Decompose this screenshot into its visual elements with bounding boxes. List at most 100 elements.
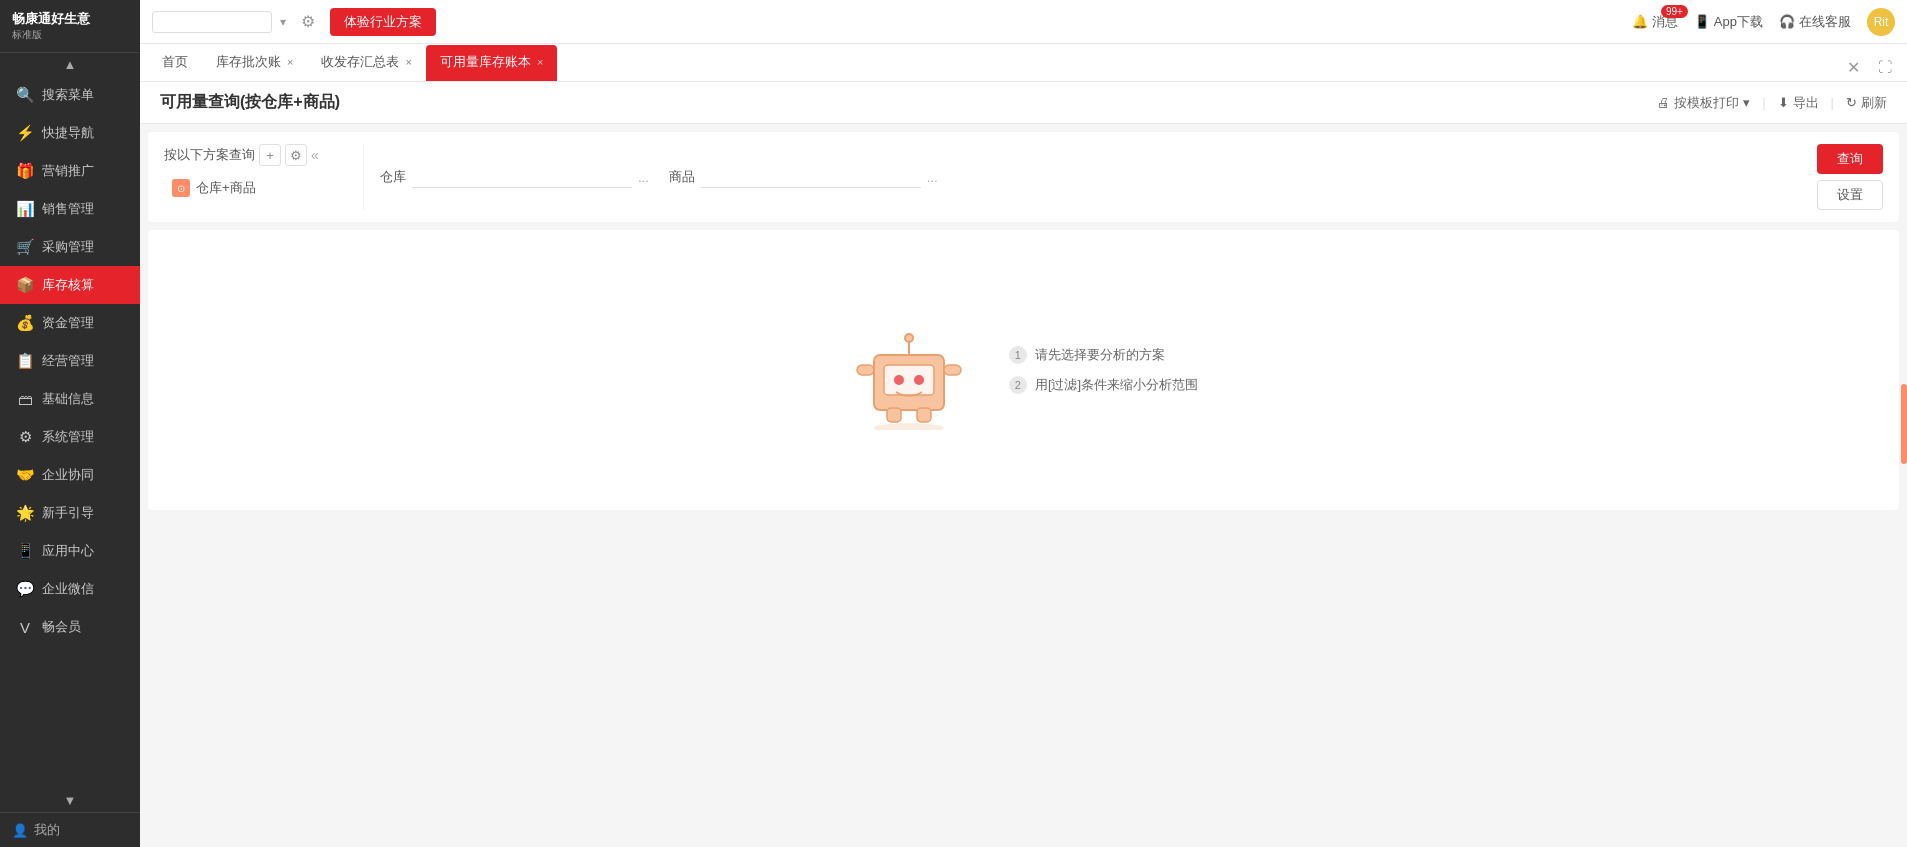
warehouse-more-btn[interactable]: ... (638, 170, 649, 185)
app-download-btn[interactable]: 📱 App下载 (1694, 13, 1763, 31)
print-chevron: ▾ (1743, 95, 1750, 110)
collapse-btn[interactable]: « (311, 147, 319, 163)
sidebar-item-wechat[interactable]: 💬企业微信 (0, 570, 140, 608)
scheme-item-label: 仓库+商品 (196, 179, 256, 197)
export-btn[interactable]: ⬇ 导出 (1778, 94, 1819, 112)
side-scrollbar[interactable] (1901, 384, 1907, 464)
sidebar-item-system[interactable]: ⚙系统管理 (0, 418, 140, 456)
sales-icon: 📊 (16, 200, 34, 218)
sidebar-item-inventory[interactable]: 📦 库存核算 (0, 266, 140, 304)
goods-more-btn[interactable]: ... (927, 170, 938, 185)
tip-num-1: 1 (1009, 346, 1027, 364)
tabbar-actions: ✕ ⛶ (1839, 53, 1899, 81)
online-service-btn[interactable]: 🎧 在线客服 (1779, 13, 1851, 31)
gear-icon[interactable]: ⚙ (294, 8, 322, 36)
empty-tips: 1 请先选择要分析的方案 2 用[过滤]条件来缩小分析范围 (1009, 346, 1198, 394)
operation-icon: 📋 (16, 352, 34, 370)
main-area: ▾ ⚙ 体验行业方案 🔔 消息 99+ 📱 App下载 🎧 在线客服 Rit (140, 0, 1907, 847)
filter-scheme-header: 按以下方案查询 + ⚙ « (164, 144, 363, 166)
empty-state: 1 请先选择要分析的方案 2 用[过滤]条件来缩小分析范围 (148, 230, 1899, 510)
svg-point-3 (914, 375, 924, 385)
sidebar-item-label-inventory: 库存核算 (42, 276, 94, 294)
inventory-icon: 📦 (16, 276, 34, 294)
phone-icon: 📱 (1694, 14, 1710, 29)
sep1: | (1762, 95, 1765, 110)
refresh-label: 刷新 (1861, 94, 1887, 112)
print-btn[interactable]: 🖨 按模板打印 ▾ (1657, 94, 1750, 112)
scheme-item-warehouse-goods[interactable]: ⊙ 仓库+商品 (164, 174, 363, 202)
refresh-btn[interactable]: ↻ 刷新 (1846, 94, 1887, 112)
sidebar-item-purchase[interactable]: 🛒 采购管理 (0, 228, 140, 266)
topbar-right: 🔔 消息 99+ 📱 App下载 🎧 在线客服 Rit (1632, 8, 1895, 36)
refresh-icon: ↻ (1846, 95, 1857, 110)
sidebar-item-apps[interactable]: 📱应用中心 (0, 532, 140, 570)
tab-summary-close[interactable]: × (405, 56, 411, 68)
expand-btn[interactable]: ⛶ (1871, 53, 1899, 81)
sidebar-item-label-collab: 企业协同 (42, 466, 94, 484)
edit-scheme-btn[interactable]: ⚙ (285, 144, 307, 166)
sidebar-item-label-sales: 销售管理 (42, 200, 94, 218)
sidebar-item-label-shortcut: 快捷导航 (42, 124, 94, 142)
empty-tip-1: 1 请先选择要分析的方案 (1009, 346, 1198, 364)
page-header: 可用量查询(按仓库+商品) 🖨 按模板打印 ▾ | ⬇ 导出 | ↻ 刷新 (140, 82, 1907, 124)
tab-summary[interactable]: 收发存汇总表 × (307, 45, 425, 81)
tab-home-label: 首页 (162, 53, 188, 71)
empty-state-inner: 1 请先选择要分析的方案 2 用[过滤]条件来缩小分析范围 (849, 310, 1198, 430)
breadcrumb-input[interactable] (152, 11, 272, 33)
sidebar-item-guide[interactable]: 🌟新手引导 (0, 494, 140, 532)
purchase-icon: 🛒 (16, 238, 34, 256)
add-scheme-btn[interactable]: + (259, 144, 281, 166)
tip-text-1: 请先选择要分析的方案 (1035, 346, 1165, 364)
user-icon: 👤 (12, 823, 28, 838)
sidebar-item-shortcut[interactable]: ⚡快捷导航 (0, 114, 140, 152)
sidebar-scroll-down[interactable]: ▼ (0, 789, 140, 812)
sidebar-item-label-finance: 资金管理 (42, 314, 94, 332)
close-tab-btn[interactable]: ✕ (1839, 53, 1867, 81)
warehouse-field: 仓库 ... (380, 166, 649, 188)
sidebar-item-member[interactable]: V畅会员 (0, 608, 140, 646)
sep2: | (1831, 95, 1834, 110)
logo-subtitle: 标准版 (12, 28, 128, 42)
sidebar-item-label-purchase: 采购管理 (42, 238, 94, 256)
sidebar-scroll-up[interactable]: ▲ (0, 53, 140, 76)
svg-point-5 (905, 334, 913, 342)
tab-batch-close[interactable]: × (287, 56, 293, 68)
user-profile-btn[interactable]: Rit (1867, 8, 1895, 36)
scheme-item-icon: ⊙ (172, 179, 190, 197)
sidebar-item-label-search: 搜索菜单 (42, 86, 94, 104)
sidebar-item-basic[interactable]: 🗃基础信息 (0, 380, 140, 418)
sidebar-item-label-system: 系统管理 (42, 428, 94, 446)
tab-home[interactable]: 首页 (148, 45, 202, 81)
message-btn[interactable]: 🔔 消息 99+ (1632, 13, 1678, 31)
tab-available[interactable]: 可用量库存账本 × (426, 45, 557, 81)
sidebar-item-collab[interactable]: 🤝企业协同 (0, 456, 140, 494)
setting-btn[interactable]: 设置 (1817, 180, 1883, 210)
sidebar-item-operation[interactable]: 📋经营管理 (0, 342, 140, 380)
tab-batch[interactable]: 库存批次账 × (202, 45, 307, 81)
sidebar-item-finance[interactable]: 💰 资金管理 (0, 304, 140, 342)
print-icon: 🖨 (1657, 95, 1670, 110)
trial-btn[interactable]: 体验行业方案 (330, 8, 436, 36)
sidebar-item-search[interactable]: 🔍搜索菜单 (0, 76, 140, 114)
sidebar-item-marketing[interactable]: 🎁营销推广 (0, 152, 140, 190)
sidebar-logo: 畅康通好生意 标准版 (0, 0, 140, 53)
message-badge: 99+ (1661, 5, 1688, 18)
warehouse-input[interactable] (412, 166, 632, 188)
sidebar-item-sales[interactable]: 📊 销售管理 (0, 190, 140, 228)
finance-icon: 💰 (16, 314, 34, 332)
logo-title: 畅康通好生意 (12, 10, 128, 28)
sidebar-item-label-wechat: 企业微信 (42, 580, 94, 598)
empty-icon (849, 310, 969, 430)
basic-icon: 🗃 (16, 390, 34, 408)
sidebar-bottom[interactable]: 👤 我的 (0, 812, 140, 847)
tab-available-close[interactable]: × (537, 56, 543, 68)
empty-tip-2: 2 用[过滤]条件来缩小分析范围 (1009, 376, 1198, 394)
filter-actions: 查询 设置 (1817, 144, 1883, 210)
sidebar: 畅康通好生意 标准版 ▲ 🔍搜索菜单⚡快捷导航🎁营销推广 📊 销售管理 🛒 采购管理 📦 库… (0, 0, 140, 847)
sidebar-nav: 🔍搜索菜单⚡快捷导航🎁营销推广 📊 销售管理 🛒 采购管理 📦 库存核算 💰 资金管理 📋经营管理… (0, 76, 140, 789)
export-icon: ⬇ (1778, 95, 1789, 110)
svg-rect-1 (884, 365, 934, 395)
goods-input[interactable] (701, 166, 921, 188)
query-btn[interactable]: 查询 (1817, 144, 1883, 174)
avatar: Rit (1867, 8, 1895, 36)
